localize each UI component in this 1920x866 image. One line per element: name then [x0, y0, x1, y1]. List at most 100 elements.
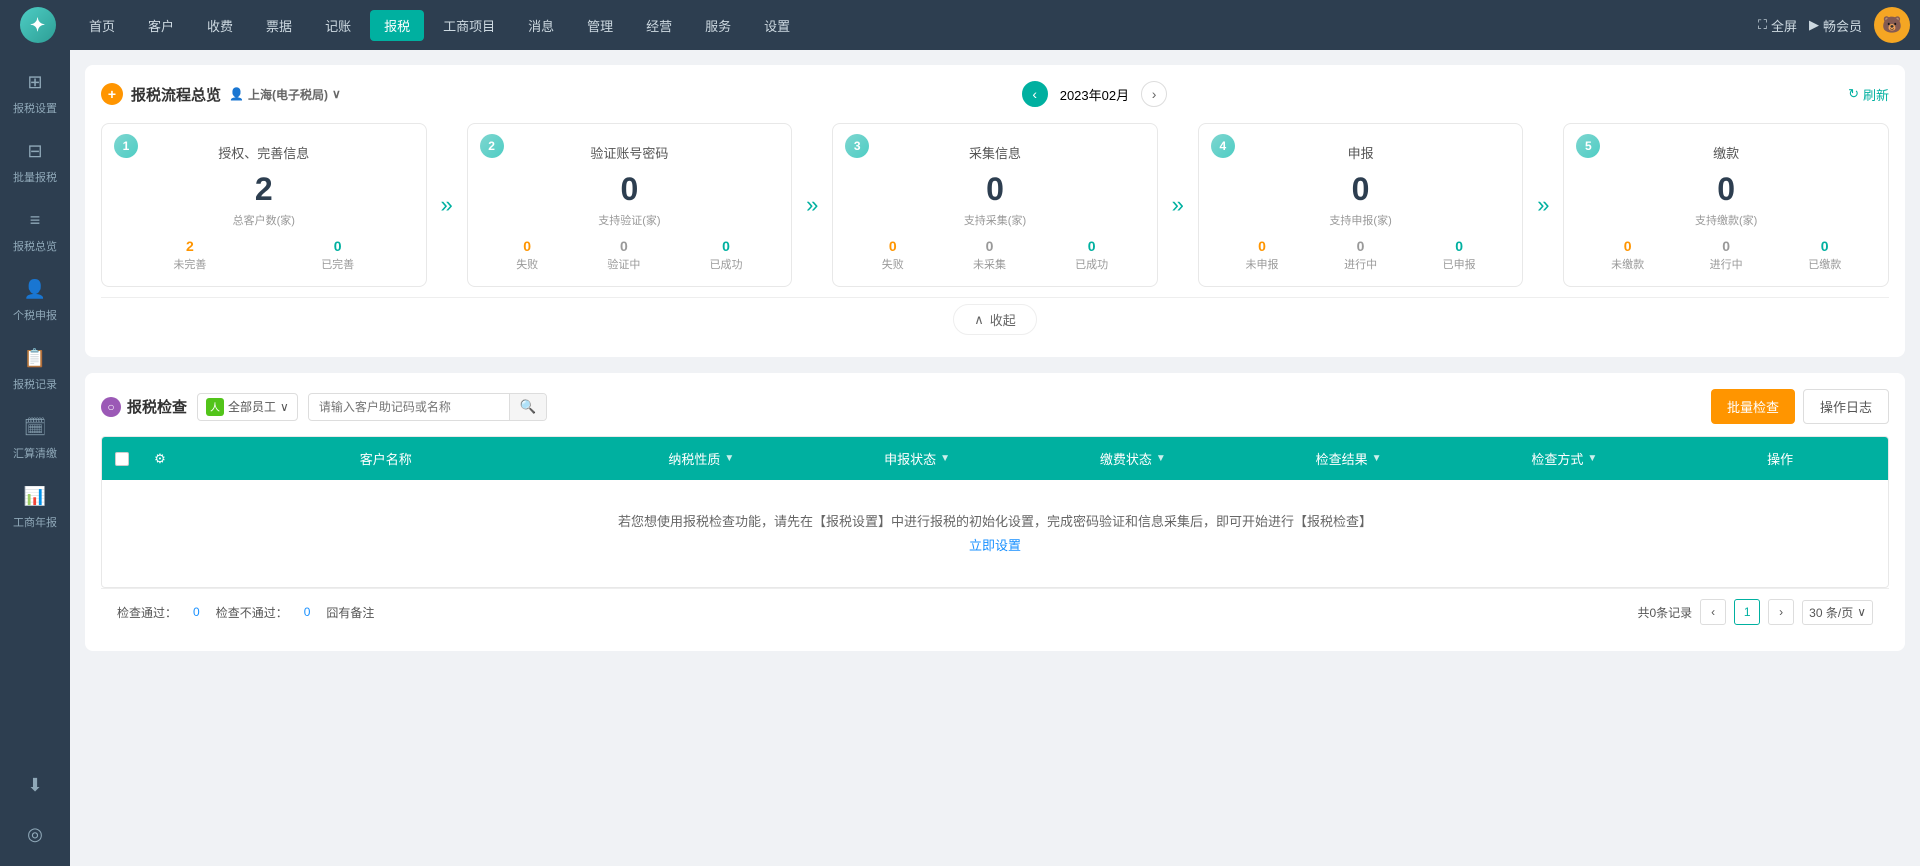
th-payment-status[interactable]: 缴费状态 ▼ — [1025, 437, 1241, 480]
collapse-btn[interactable]: ∧ 收起 — [953, 304, 1037, 335]
sidebar-item-personal-tax[interactable]: 👤 个税申报 — [3, 267, 67, 331]
sidebar-item-tax-overview[interactable]: ≡ 报税总览 — [3, 198, 67, 262]
per-page-label: 30 条/页 — [1809, 604, 1853, 621]
th-tax-nature-label: 纳税性质 — [668, 449, 720, 468]
nav-invoice[interactable]: 票据 — [252, 10, 306, 41]
step-authorize: 1 授权、完善信息 2 总客户数(家) 2 未完善 0 已完善 — [101, 123, 427, 287]
step-collect: 3 采集信息 0 支持采集(家) 0 失败 0 未采集 — [832, 123, 1158, 287]
sidebar-item-batch-tax[interactable]: ⊟ 批量报税 — [3, 129, 67, 193]
operation-log-button[interactable]: 操作日志 — [1803, 389, 1889, 424]
step-4-stat-0-num: 0 — [1258, 238, 1266, 254]
search-input[interactable] — [309, 395, 509, 419]
step-2-stat-2: 0 已成功 — [710, 238, 743, 272]
fullscreen-icon: ⛶ — [1758, 17, 1767, 33]
nav-bookkeeping[interactable]: 记账 — [311, 10, 365, 41]
logo[interactable]: ✦ — [10, 7, 65, 43]
step-2-stat-0: 0 失败 — [516, 238, 538, 272]
fail-count[interactable]: 0 — [304, 605, 311, 619]
batch-check-button[interactable]: 批量检查 — [1711, 389, 1795, 424]
per-page-select[interactable]: 30 条/页 ∨ — [1802, 600, 1873, 625]
th-checkbox[interactable] — [102, 440, 142, 478]
nav-fee[interactable]: 收费 — [193, 10, 247, 41]
th-check-result[interactable]: 检查结果 ▼ — [1241, 437, 1457, 480]
per-page-dropdown-icon: ∨ — [1857, 605, 1866, 619]
nav-service[interactable]: 服务 — [691, 10, 745, 41]
header-checkbox[interactable] — [115, 452, 129, 466]
step-2-stat-0-label: 失败 — [516, 256, 538, 272]
batch-tax-icon: ⊟ — [21, 137, 49, 165]
sidebar-item-annual-report[interactable]: 📊 工商年报 — [3, 474, 67, 538]
th-declare-status[interactable]: 申报状态 ▼ — [809, 437, 1025, 480]
arrow-2: » — [792, 123, 832, 287]
arrow-3: » — [1158, 123, 1198, 287]
step-3-stat-0-num: 0 — [889, 238, 897, 254]
staff-select[interactable]: 人 全部员工 ∨ — [197, 393, 298, 421]
step-5-stat-1-label: 进行中 — [1710, 256, 1743, 272]
tax-nature-filter-icon[interactable]: ▼ — [724, 453, 734, 464]
member-label: 畅会员 — [1823, 16, 1862, 35]
th-gear[interactable]: ⚙ — [142, 439, 178, 479]
fullscreen-btn[interactable]: ⛶ 全屏 — [1758, 16, 1797, 35]
search-button[interactable]: 🔍 — [509, 394, 547, 420]
th-check-method-label: 检查方式 — [1531, 449, 1583, 468]
next-page-btn[interactable]: › — [1768, 599, 1794, 625]
pass-count[interactable]: 0 — [193, 605, 200, 619]
payment-status-filter-icon[interactable]: ▼ — [1156, 453, 1166, 464]
setup-link[interactable]: 立即设置 — [969, 534, 1021, 557]
refresh-btn[interactable]: ↻ 刷新 — [1848, 85, 1889, 104]
sidebar-label-annual-report: 工商年报 — [13, 514, 57, 530]
step-5-title: 缴款 — [1578, 138, 1874, 162]
step-2-stat-1: 0 验证中 — [607, 238, 640, 272]
step-5-stat-0: 0 未缴款 — [1611, 238, 1644, 272]
step-5-stat-1-num: 0 — [1722, 238, 1730, 254]
sidebar-item-download[interactable]: ⬇ — [3, 763, 67, 807]
step-4-stat-0: 0 未申报 — [1246, 238, 1279, 272]
location-person-icon: 👤 — [229, 87, 244, 101]
nav-commerce[interactable]: 工商项目 — [429, 10, 509, 41]
step-1-stat-0-num: 2 — [186, 238, 194, 254]
step-3-stat-2-num: 0 — [1088, 238, 1096, 254]
step-1-number: 1 — [114, 134, 138, 158]
check-table: ⚙ 客户名称 纳税性质 ▼ 申报状态 ▼ 缴费状态 ▼ 检 — [101, 436, 1889, 588]
nav-home[interactable]: 首页 — [75, 10, 129, 41]
step-4-stats: 0 未申报 0 进行中 0 已申报 — [1213, 238, 1509, 272]
table-empty-state: 若您想使用报税检查功能，请先在【报税设置】中进行报税的初始化设置，完成密码验证和… — [102, 480, 1888, 587]
play-icon: ▶ — [1809, 17, 1819, 33]
step-4-stat-2: 0 已申报 — [1443, 238, 1476, 272]
check-method-filter-icon[interactable]: ▼ — [1587, 453, 1597, 464]
prev-month-btn[interactable]: ‹ — [1022, 81, 1048, 107]
nav-settings[interactable]: 设置 — [750, 10, 804, 41]
th-declare-status-label: 申报状态 — [884, 449, 936, 468]
nav-management[interactable]: 管理 — [573, 10, 627, 41]
sidebar-item-location[interactable]: ◎ — [3, 812, 67, 856]
nav-client[interactable]: 客户 — [134, 10, 188, 41]
location-tag[interactable]: 👤 上海(电子税局) ∨ — [229, 86, 341, 103]
step-5-stat-2-label: 已缴款 — [1808, 256, 1841, 272]
declare-status-filter-icon[interactable]: ▼ — [940, 453, 950, 464]
th-check-method[interactable]: 检查方式 ▼ — [1457, 437, 1673, 480]
step-5-label: 支持缴款(家) — [1578, 212, 1874, 228]
step-3-stat-2: 0 已成功 — [1075, 238, 1108, 272]
prev-page-btn[interactable]: ‹ — [1700, 599, 1726, 625]
check-actions: 批量检查 操作日志 — [1711, 389, 1889, 424]
step-3-stat-0: 0 失败 — [882, 238, 904, 272]
check-result-filter-icon[interactable]: ▼ — [1372, 453, 1382, 464]
th-tax-nature[interactable]: 纳税性质 ▼ — [594, 437, 810, 480]
nav-tax[interactable]: 报税 — [370, 10, 424, 41]
step-3-stat-2-label: 已成功 — [1075, 256, 1108, 272]
member-btn[interactable]: ▶ 畅会员 — [1809, 16, 1862, 35]
process-steps: 1 授权、完善信息 2 总客户数(家) 2 未完善 0 已完善 — [101, 123, 1889, 287]
download-icon: ⬇ — [21, 771, 49, 799]
tax-records-icon: 📋 — [21, 344, 49, 372]
current-page-number: 1 — [1734, 599, 1760, 625]
sidebar-item-annual-settlement[interactable]: 🗓 汇算清缴 — [3, 405, 67, 469]
sidebar-label-annual-settlement: 汇算清缴 — [13, 445, 57, 461]
sidebar-item-tax-records[interactable]: 📋 报税记录 — [3, 336, 67, 400]
th-operation: 操作 — [1672, 437, 1888, 480]
step-3-number: 3 — [845, 134, 869, 158]
next-month-btn[interactable]: › — [1141, 81, 1167, 107]
sidebar-item-tax-settings[interactable]: ⊞ 报税设置 — [3, 60, 67, 124]
nav-operation[interactable]: 经营 — [632, 10, 686, 41]
step-3-stats: 0 失败 0 未采集 0 已成功 — [847, 238, 1143, 272]
nav-message[interactable]: 消息 — [514, 10, 568, 41]
